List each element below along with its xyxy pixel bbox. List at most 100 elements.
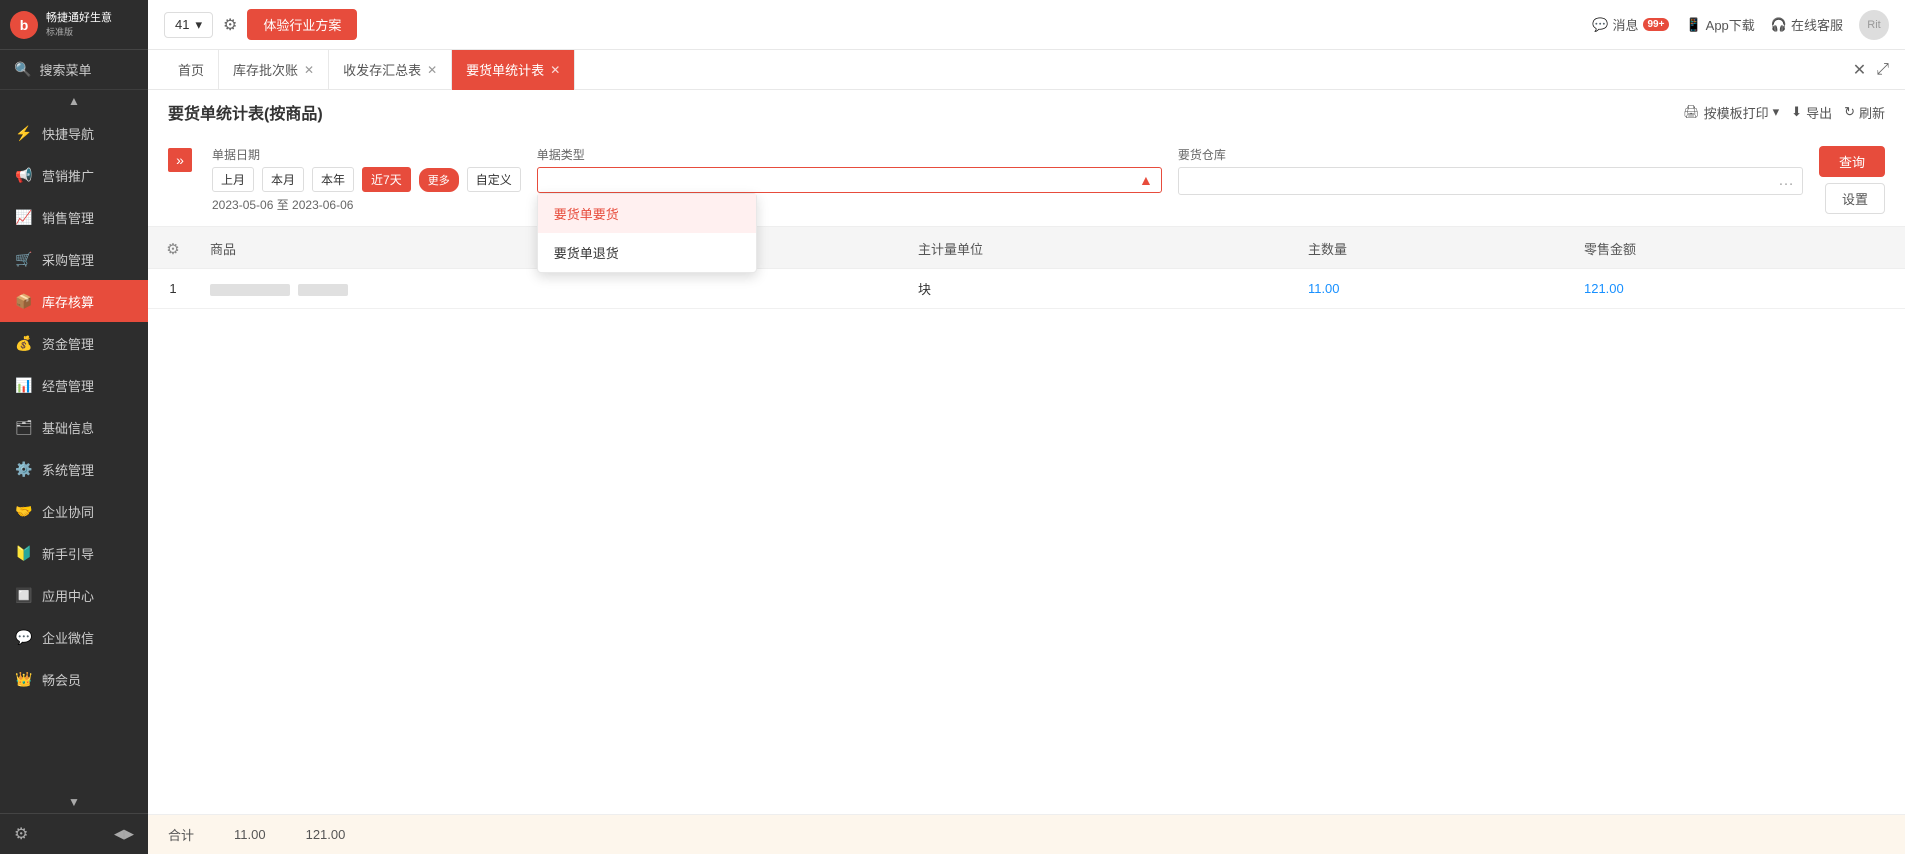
guide-icon: 🔰 [14,543,34,563]
tab-close-order-summary[interactable]: ✕ [550,64,560,76]
filter-expand-btn[interactable]: » [168,148,192,172]
sidebar-item-label: 营销推广 [42,166,94,185]
sidebar-item-app-center[interactable]: 🔲 应用中心 [0,574,148,616]
messages-label: 消息 [1612,15,1638,34]
sidebar-item-guide[interactable]: 🔰 新手引导 [0,532,148,574]
user-avatar-item[interactable]: Rit [1859,10,1889,40]
date-filter-row: 上月 本月 本年 近7天 更多 自定义 [212,167,521,192]
app-download-item[interactable]: 📱 App下载 [1685,15,1754,34]
sidebar-item-inventory[interactable]: 📦 库存核算 [0,280,148,322]
type-input[interactable] [546,173,1139,188]
sidebar-item-quick-nav[interactable]: ⚡ 快捷导航 [0,112,148,154]
sidebar-item-sales[interactable]: 📈 销售管理 [0,196,148,238]
online-service-label: 在线客服 [1791,15,1843,34]
tabs-expand-icon[interactable]: ⤢ [1876,61,1889,79]
dropdown-item-order-goods[interactable]: 要货单要货 [538,194,756,233]
table-body: 1 块 11.00 121.00 [148,269,1905,309]
sidebar-item-label: 畅会员 [42,670,81,689]
sidebar-item-marketing[interactable]: 📢 营销推广 [0,154,148,196]
member-icon: 👑 [14,669,34,689]
table-header-row: ⚙ 商品 主计量单位 主数量 零售金额 [148,229,1905,269]
query-btn[interactable]: 查询 [1819,146,1885,177]
online-service-item[interactable]: 🎧 在线客服 [1771,15,1843,34]
footer-label: 合计 [168,825,194,844]
refresh-icon: ↻ [1844,104,1855,120]
sidebar-item-basic[interactable]: 🗂 基础信息 [0,406,148,448]
logo-title: 畅捷通好生意 [46,11,112,25]
inventory-icon: 📦 [14,291,34,311]
sidebar-item-enterprise[interactable]: 🤝 企业协同 [0,490,148,532]
sidebar-search[interactable]: 🔍 搜索菜单 [0,50,148,90]
messages-item[interactable]: 💬 消息 99+ [1592,15,1669,34]
company-selector-value: 41 [175,17,189,32]
table-settings-icon[interactable]: ⚙ [160,240,186,258]
warehouse-more-icon[interactable]: … [1778,172,1794,190]
date-btn-more[interactable]: 更多 [419,168,459,192]
date-btn-this-year[interactable]: 本年 [312,167,354,192]
tab-close-batch-inventory[interactable]: ✕ [304,64,314,76]
collapse-icon[interactable]: ◀▶ [114,826,134,842]
marketing-icon: 📢 [14,165,34,185]
date-filter-group: 单据日期 上月 本月 本年 近7天 更多 自定义 2023-05-06 至 20… [212,146,521,213]
sidebar-item-purchase[interactable]: 🛒 采购管理 [0,238,148,280]
tab-order-summary-label: 要货单统计表 [466,60,544,79]
date-btn-7days[interactable]: 近7天 [362,167,411,192]
type-filter-wrap: ▲ 要货单要货 要货单退货 [537,167,1162,193]
tab-order-summary[interactable]: 要货单统计表 ✕ [452,50,575,90]
warehouse-input[interactable] [1187,174,1778,189]
filter-actions: 查询 设置 [1819,146,1885,214]
print-template-btn[interactable]: 🖨 按模板打印 ▾ [1683,103,1779,122]
export-icon: ⬇ [1791,104,1802,120]
footer-quantity-value: 11.00 [234,827,266,842]
date-btn-last-month[interactable]: 上月 [212,167,254,192]
sidebar-scroll-down[interactable]: ▼ [0,791,148,813]
filter-settings-btn[interactable]: 设置 [1825,183,1885,214]
user-name: Rit [1867,19,1880,31]
company-selector[interactable]: 41 ▾ [164,12,213,38]
sidebar-item-member[interactable]: 👑 畅会员 [0,658,148,700]
trial-btn[interactable]: 体验行业方案 [247,9,357,40]
col-quantity: 主数量 [1296,229,1572,269]
app-download-icon: 📱 [1685,17,1701,33]
sidebar-item-label: 经营管理 [42,376,94,395]
app-center-icon: 🔲 [14,585,34,605]
sidebar-item-operation[interactable]: 📊 经营管理 [0,364,148,406]
date-btn-this-month[interactable]: 本月 [262,167,304,192]
refresh-btn[interactable]: ↻ 刷新 [1844,103,1885,122]
row-quantity: 11.00 [1296,269,1572,309]
print-label: 按模板打印 [1704,103,1769,122]
sidebar-item-finance[interactable]: 💰 资金管理 [0,322,148,364]
system-icon: ⚙️ [14,459,34,479]
purchase-icon: 🛒 [14,249,34,269]
date-range-display: 2023-05-06 至 2023-06-06 [212,196,521,213]
page-title: 要货单统计表(按商品) [168,100,323,124]
settings-icon[interactable]: ⚙ [14,824,28,844]
warehouse-input-container[interactable]: … [1178,167,1803,195]
logo-icon: b [10,11,38,39]
tab-close-receipt-summary[interactable]: ✕ [427,64,437,76]
type-dropdown-menu: 要货单要货 要货单退货 [537,193,757,273]
sidebar-item-system[interactable]: ⚙️ 系统管理 [0,448,148,490]
table-wrap: ⚙ 商品 主计量单位 主数量 零售金额 1 [148,229,1905,814]
row-goods [198,269,906,309]
row-amount: 121.00 [1572,269,1905,309]
type-chevron-icon[interactable]: ▲ [1139,172,1153,188]
type-input-container[interactable]: ▲ [537,167,1162,193]
export-btn[interactable]: ⬇ 导出 [1791,103,1832,122]
tab-receipt-summary[interactable]: 收发存汇总表 ✕ [329,50,452,90]
tab-home[interactable]: 首页 [164,50,219,90]
sidebar-scroll-up[interactable]: ▲ [0,90,148,112]
tab-batch-inventory[interactable]: 库存批次账 ✕ [219,50,329,90]
dropdown-item-order-return[interactable]: 要货单退货 [538,233,756,272]
topbar-gear-icon[interactable]: ⚙ [223,15,237,35]
main-area: 41 ▾ ⚙ 体验行业方案 💬 消息 99+ 📱 App下载 🎧 在线客服 [148,0,1905,854]
topbar: 41 ▾ ⚙ 体验行业方案 💬 消息 99+ 📱 App下载 🎧 在线客服 [148,0,1905,50]
sidebar-item-label: 快捷导航 [42,124,94,143]
sidebar-item-wechat[interactable]: 💬 企业微信 [0,616,148,658]
footer-amount-value: 121.00 [306,827,346,842]
tabs-close-all-icon[interactable]: ✕ [1853,60,1866,80]
type-filter-label: 单据类型 [537,146,1162,163]
table-head: ⚙ 商品 主计量单位 主数量 零售金额 [148,229,1905,269]
warehouse-filter-group: 要货仓库 … [1178,146,1803,195]
date-btn-custom[interactable]: 自定义 [467,167,521,192]
